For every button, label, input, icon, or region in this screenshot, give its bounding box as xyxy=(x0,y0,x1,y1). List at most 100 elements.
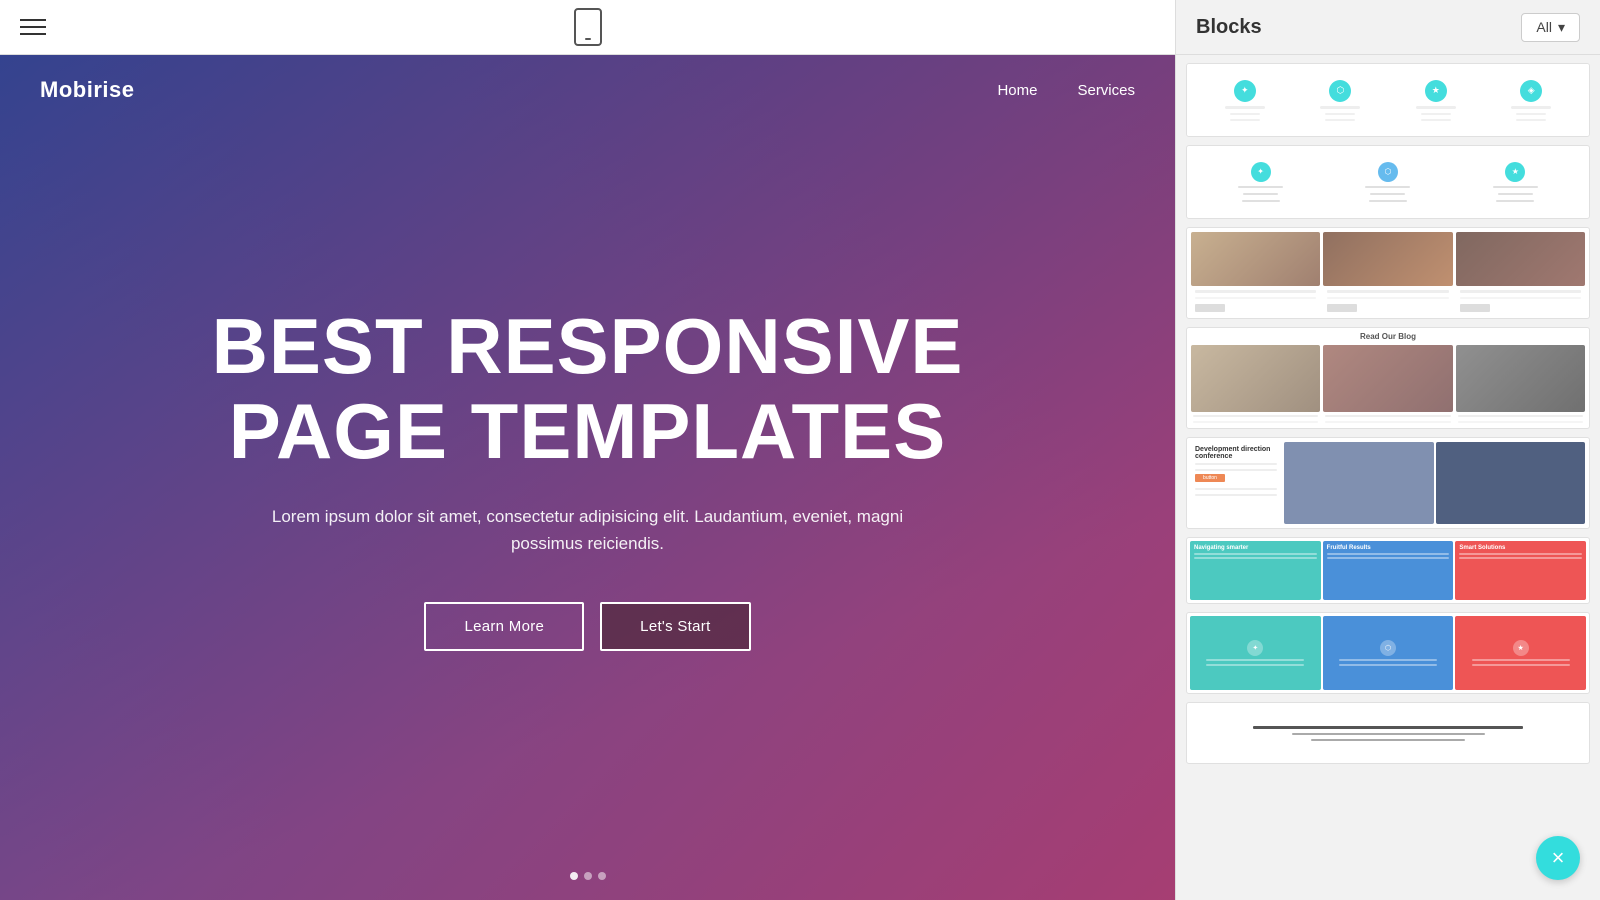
b3-col-2 xyxy=(1323,232,1452,314)
b3-image-2 xyxy=(1323,232,1452,286)
b4-line-1 xyxy=(1193,415,1318,417)
b6-col-3: Smart Solutions xyxy=(1455,541,1586,600)
block-thumbnail-8[interactable] xyxy=(1186,702,1590,764)
nav-link-services[interactable]: Services xyxy=(1077,82,1135,99)
dot-2[interactable] xyxy=(584,872,592,880)
b5-line-3 xyxy=(1195,488,1277,490)
filter-chevron-icon: ▾ xyxy=(1558,19,1565,36)
blog-cols xyxy=(1191,345,1585,424)
b6-col-1: Navigating smarter xyxy=(1190,541,1321,600)
b3-title-1 xyxy=(1195,290,1316,293)
b6-title-3: Smart Solutions xyxy=(1459,545,1582,551)
dot-3[interactable] xyxy=(598,872,606,880)
block-thumbnail-6[interactable]: Navigating smarter Fruitful Results Smar… xyxy=(1186,537,1590,604)
b4-img-3 xyxy=(1456,345,1585,412)
b7-col-2: ⬡ xyxy=(1323,616,1454,690)
blocks-list[interactable]: ✦ ⬡ ★ ◈ xyxy=(1176,55,1600,900)
block-thumbnail-4[interactable]: Read Our Blog xyxy=(1186,327,1590,429)
b2-col-3: ★ xyxy=(1493,162,1538,203)
lets-start-button[interactable]: Let's Start xyxy=(600,602,750,651)
hero-subtitle: Lorem ipsum dolor sit amet, consectetur … xyxy=(238,503,938,557)
feature-icon-2: ⬡ xyxy=(1329,80,1351,102)
b5-left-panel: Development direction conference button xyxy=(1191,442,1281,524)
b4-line-2 xyxy=(1193,421,1318,423)
block-thumbnail-5[interactable]: Development direction conference button xyxy=(1186,437,1590,529)
block-thumbnail-7[interactable]: ✦ ⬡ ★ xyxy=(1186,612,1590,694)
b4-col-1 xyxy=(1191,345,1320,424)
b5-title: Development direction conference xyxy=(1195,446,1277,460)
b1-col-1: ✦ xyxy=(1225,80,1265,121)
feature-icon-1: ✦ xyxy=(1234,80,1256,102)
b2-line-7 xyxy=(1493,186,1538,188)
sidebar-title: Blocks xyxy=(1196,16,1262,39)
hamburger-menu[interactable] xyxy=(20,19,46,35)
b6-line-1 xyxy=(1194,553,1317,555)
b7-icon-3: ★ xyxy=(1513,640,1529,656)
block-preview-3 xyxy=(1187,228,1589,318)
mobile-preview-icon[interactable] xyxy=(574,8,602,46)
editor-panel: Mobirise Home Services BEST RESPONSIVE P… xyxy=(0,0,1175,900)
close-button[interactable]: × xyxy=(1536,836,1580,880)
b3-text-1 xyxy=(1195,297,1316,299)
b2-icon-1: ✦ xyxy=(1251,162,1271,182)
b6-line-2 xyxy=(1194,557,1317,559)
b1-text-line xyxy=(1230,113,1260,115)
feature-icon-4: ◈ xyxy=(1520,80,1542,102)
block-preview-5: Development direction conference button xyxy=(1187,438,1589,528)
b2-icon-2: ⬡ xyxy=(1378,162,1398,182)
b4-line-4 xyxy=(1325,421,1450,423)
dot-1[interactable] xyxy=(570,872,578,880)
b1-col-3: ★ xyxy=(1416,80,1456,121)
carousel-dots xyxy=(570,872,606,880)
b2-col-1: ✦ xyxy=(1238,162,1283,203)
b7-line-2 xyxy=(1206,664,1304,666)
block-thumbnail-3[interactable] xyxy=(1186,227,1590,319)
b4-img-1 xyxy=(1191,345,1320,412)
b4-line-5 xyxy=(1458,415,1583,417)
learn-more-button[interactable]: Learn More xyxy=(424,602,584,651)
b6-title-1: Navigating smarter xyxy=(1194,545,1317,551)
sidebar-header: Blocks All ▾ xyxy=(1176,0,1600,55)
b2-line-6 xyxy=(1369,200,1407,202)
b5-badge: button xyxy=(1195,474,1225,482)
b3-text-3 xyxy=(1460,297,1581,299)
b4-col-2 xyxy=(1323,345,1452,424)
block-preview-2: ✦ ⬡ ★ xyxy=(1187,146,1589,218)
hero-title: BEST RESPONSIVE PAGE TEMPLATES xyxy=(212,304,964,476)
b4-img-2 xyxy=(1323,345,1452,412)
b7-icon-1: ✦ xyxy=(1247,640,1263,656)
nav-link-home[interactable]: Home xyxy=(997,82,1037,99)
b1-title-line-2 xyxy=(1320,106,1360,109)
hero-section: Mobirise Home Services BEST RESPONSIVE P… xyxy=(0,55,1175,900)
b2-line-8 xyxy=(1498,193,1533,195)
b2-line-1 xyxy=(1238,186,1283,188)
b7-col-1: ✦ xyxy=(1190,616,1321,690)
block-preview-8 xyxy=(1187,703,1589,763)
b6-line-6 xyxy=(1459,557,1582,559)
b1-text-line-7 xyxy=(1516,113,1546,115)
b3-btn-2 xyxy=(1327,304,1357,312)
brand-logo: Mobirise xyxy=(40,77,134,103)
b8-subtitle xyxy=(1292,733,1485,735)
b3-btn-1 xyxy=(1195,304,1225,312)
b2-line-5 xyxy=(1370,193,1405,195)
b2-col-2: ⬡ xyxy=(1365,162,1410,203)
block-preview-7: ✦ ⬡ ★ xyxy=(1187,613,1589,693)
b4-line-6 xyxy=(1458,421,1583,423)
b3-col-1 xyxy=(1191,232,1320,314)
b1-text-line-3 xyxy=(1325,113,1355,115)
b7-line-3 xyxy=(1339,659,1437,661)
block-thumbnail-2[interactable]: ✦ ⬡ ★ xyxy=(1186,145,1590,219)
b1-text-line-5 xyxy=(1421,113,1451,115)
navigation: Mobirise Home Services xyxy=(0,55,1175,125)
canvas: Mobirise Home Services BEST RESPONSIVE P… xyxy=(0,55,1175,900)
filter-label: All xyxy=(1536,19,1552,35)
b3-title-2 xyxy=(1327,290,1448,293)
blog-header: Read Our Blog xyxy=(1191,332,1585,341)
filter-dropdown[interactable]: All ▾ xyxy=(1521,13,1580,42)
b4-line-3 xyxy=(1325,415,1450,417)
b3-image-3 xyxy=(1456,232,1585,286)
block-thumbnail-1[interactable]: ✦ ⬡ ★ ◈ xyxy=(1186,63,1590,137)
blocks-sidebar: Blocks All ▾ ✦ ⬡ xyxy=(1175,0,1600,900)
b7-icon-2: ⬡ xyxy=(1380,640,1396,656)
